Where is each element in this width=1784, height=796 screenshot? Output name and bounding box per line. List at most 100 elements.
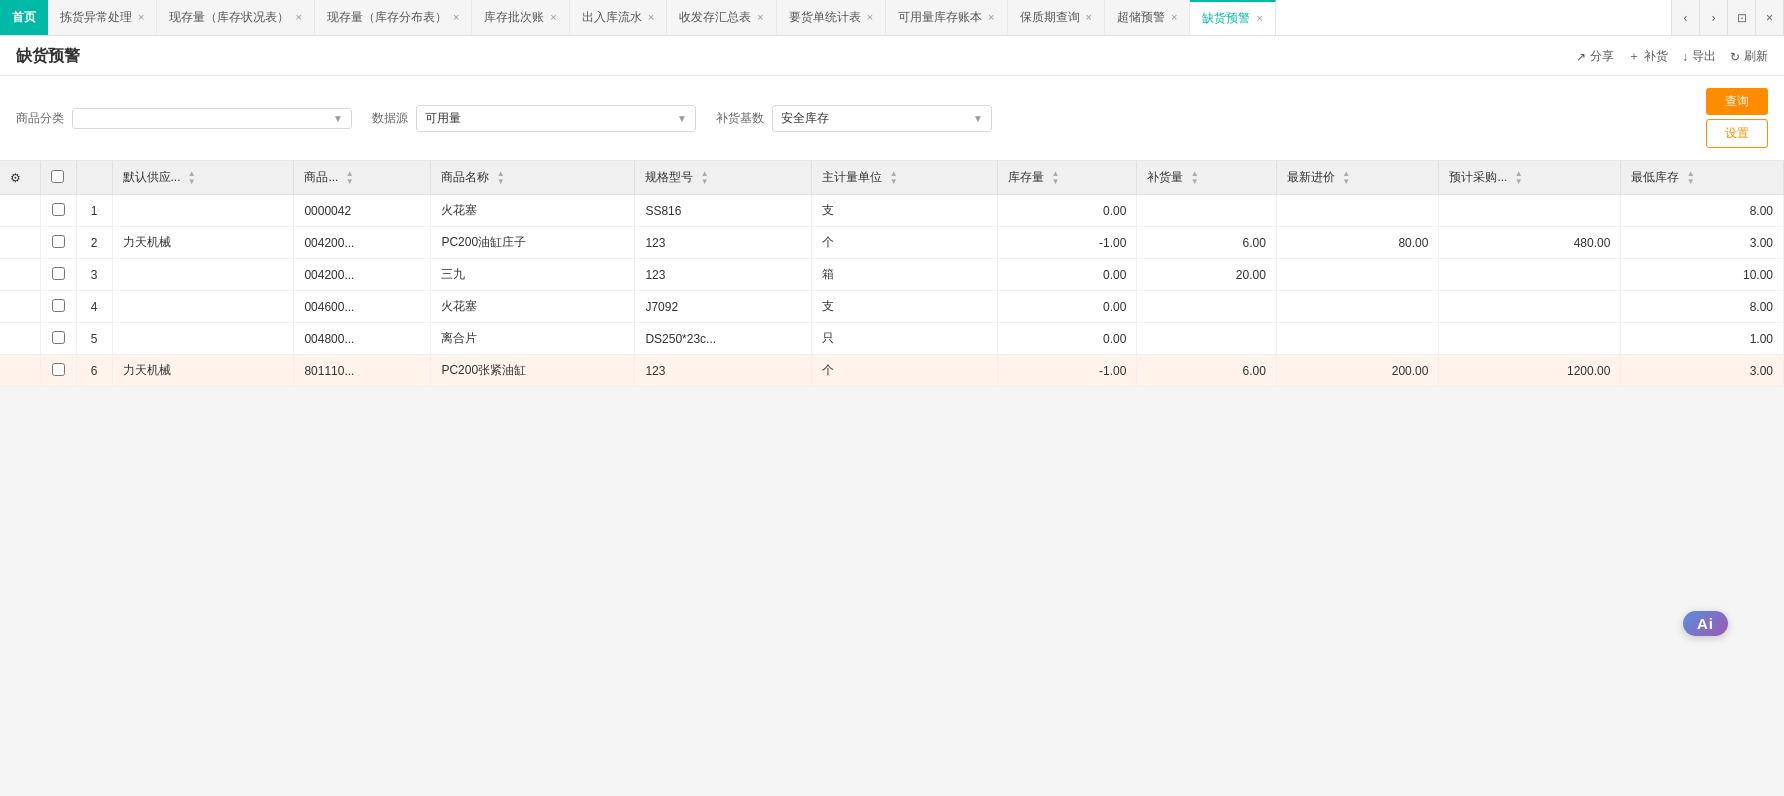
row-checkbox-cell[interactable] (40, 259, 76, 291)
th-product-name[interactable]: 商品名称 ▲▼ (431, 161, 635, 195)
tab-scroll-right-btn[interactable]: › (1700, 0, 1728, 35)
th-latest-price-label: 最新进价 (1287, 170, 1335, 184)
est-purchase-cell (1439, 195, 1621, 227)
th-spec[interactable]: 规格型号 ▲▼ (635, 161, 812, 195)
export-button[interactable]: ↓ 导出 (1682, 48, 1716, 65)
replenish-qty-cell: 20.00 (1137, 259, 1276, 291)
unit-cell: 箱 (812, 259, 998, 291)
tab-expiry-query[interactable]: 保质期查询 × (1008, 0, 1105, 35)
est-purchase-cell (1439, 259, 1621, 291)
tab-inventory-status[interactable]: 现存量（库存状况表） × (157, 0, 314, 35)
row-checkbox[interactable] (52, 299, 65, 312)
latest-price-cell (1276, 291, 1439, 323)
th-stock[interactable]: 库存量 ▲▼ (998, 161, 1137, 195)
row-checkbox-cell[interactable] (40, 355, 76, 387)
table-body: 10000042火花塞SS816支0.008.002力天机械004200...P… (0, 195, 1784, 387)
stock-cell: 0.00 (998, 291, 1137, 323)
tab-label: 现存量（库存分布表） (327, 9, 447, 26)
stock-cell: -1.00 (998, 355, 1137, 387)
sort-icon[interactable]: ▲▼ (890, 170, 898, 186)
category-dropdown-icon: ▼ (333, 113, 343, 124)
close-icon[interactable]: × (757, 12, 763, 23)
select-all-checkbox[interactable] (51, 170, 64, 183)
category-filter-group: 商品分类 ▼ (16, 108, 352, 129)
tab-label: 库存批次账 (484, 9, 544, 26)
spec-cell: 123 (635, 259, 812, 291)
tab-overstock-warning[interactable]: 超储预警 × (1105, 0, 1190, 35)
datasource-filter-group: 数据源 可用量 ▼ (372, 105, 696, 132)
datasource-select-value: 可用量 (425, 110, 669, 127)
close-icon[interactable]: × (1086, 12, 1092, 23)
tab-shortage-warning[interactable]: 缺货预警 × (1190, 0, 1275, 35)
latest-price-cell (1276, 323, 1439, 355)
close-icon[interactable]: × (295, 12, 301, 23)
row-checkbox[interactable] (52, 267, 65, 280)
close-icon[interactable]: × (1171, 12, 1177, 23)
th-product-code[interactable]: 商品... ▲▼ (294, 161, 431, 195)
tab-defect-processing[interactable]: 拣货异常处理 × (48, 0, 157, 35)
sort-icon[interactable]: ▲▼ (701, 170, 709, 186)
sort-icon[interactable]: ▲▼ (1687, 170, 1695, 186)
row-checkbox[interactable] (52, 331, 65, 344)
spec-cell: J7092 (635, 291, 812, 323)
row-checkbox[interactable] (52, 203, 65, 216)
tab-home[interactable]: 首页 (0, 0, 48, 35)
window-restore-btn[interactable]: ⊡ (1728, 0, 1756, 35)
tab-available-ledger[interactable]: 可用量库存账本 × (886, 0, 1007, 35)
close-icon[interactable]: × (867, 12, 873, 23)
th-est-purchase[interactable]: 预计采购... ▲▼ (1439, 161, 1621, 195)
tab-batch-account[interactable]: 库存批次账 × (472, 0, 569, 35)
tab-requisition-stats[interactable]: 要货单统计表 × (777, 0, 886, 35)
sort-icon[interactable]: ▲▼ (1515, 170, 1523, 186)
sort-icon[interactable]: ▲▼ (188, 170, 196, 186)
datasource-select[interactable]: 可用量 ▼ (416, 105, 696, 132)
share-button[interactable]: ↗ 分享 (1576, 48, 1614, 65)
sort-icon[interactable]: ▲▼ (1051, 170, 1059, 186)
th-checkbox[interactable] (40, 161, 76, 195)
sort-icon[interactable]: ▲▼ (1342, 170, 1350, 186)
th-min-stock[interactable]: 最低库存 ▲▼ (1621, 161, 1784, 195)
th-default-supplier[interactable]: 默认供应... ▲▼ (112, 161, 294, 195)
row-checkbox[interactable] (52, 363, 65, 376)
th-product-name-label: 商品名称 (441, 170, 489, 184)
table-header-row: ⚙ 默认供应... ▲▼ 商品... ▲▼ 商品名称 ▲▼ (0, 161, 1784, 195)
tab-label: 出入库流水 (582, 9, 642, 26)
th-unit[interactable]: 主计量单位 ▲▼ (812, 161, 998, 195)
category-select[interactable]: ▼ (72, 108, 352, 129)
spec-cell: 123 (635, 355, 812, 387)
row-checkbox-cell[interactable] (40, 195, 76, 227)
close-icon[interactable]: × (648, 12, 654, 23)
latest-price-cell: 200.00 (1276, 355, 1439, 387)
row-checkbox-cell[interactable] (40, 227, 76, 259)
th-latest-price[interactable]: 最新进价 ▲▼ (1276, 161, 1439, 195)
replenish-button[interactable]: ＋ 补货 (1628, 48, 1668, 65)
tab-inventory-dist[interactable]: 现存量（库存分布表） × (315, 0, 472, 35)
sort-icon[interactable]: ▲▼ (346, 170, 354, 186)
est-purchase-cell (1439, 323, 1621, 355)
th-replenish-qty[interactable]: 补货量 ▲▼ (1137, 161, 1276, 195)
replenish-qty-cell (1137, 323, 1276, 355)
sort-icon[interactable]: ▲▼ (497, 170, 505, 186)
row-checkbox-cell[interactable] (40, 291, 76, 323)
window-close-btn[interactable]: × (1756, 0, 1784, 35)
table-row: 10000042火花塞SS816支0.008.00 (0, 195, 1784, 227)
row-gear-cell (0, 355, 40, 387)
tab-in-out-flow[interactable]: 出入库流水 × (570, 0, 667, 35)
close-icon[interactable]: × (453, 12, 459, 23)
settings-button[interactable]: 设置 (1706, 119, 1768, 148)
row-checkbox[interactable] (52, 235, 65, 248)
refresh-icon: ↻ (1730, 50, 1740, 64)
refresh-button[interactable]: ↻ 刷新 (1730, 48, 1768, 65)
th-gear[interactable]: ⚙ (0, 161, 40, 195)
replenish-basis-select[interactable]: 安全库存 ▼ (772, 105, 992, 132)
close-icon[interactable]: × (1256, 13, 1262, 24)
tab-scroll-left-btn[interactable]: ‹ (1672, 0, 1700, 35)
sort-icon[interactable]: ▲▼ (1191, 170, 1199, 186)
tab-receipt-summary[interactable]: 收发存汇总表 × (667, 0, 776, 35)
close-icon[interactable]: × (988, 12, 994, 23)
row-checkbox-cell[interactable] (40, 323, 76, 355)
query-button[interactable]: 查询 (1706, 88, 1768, 115)
close-icon[interactable]: × (550, 12, 556, 23)
data-table: ⚙ 默认供应... ▲▼ 商品... ▲▼ 商品名称 ▲▼ (0, 161, 1784, 387)
close-icon[interactable]: × (138, 12, 144, 23)
